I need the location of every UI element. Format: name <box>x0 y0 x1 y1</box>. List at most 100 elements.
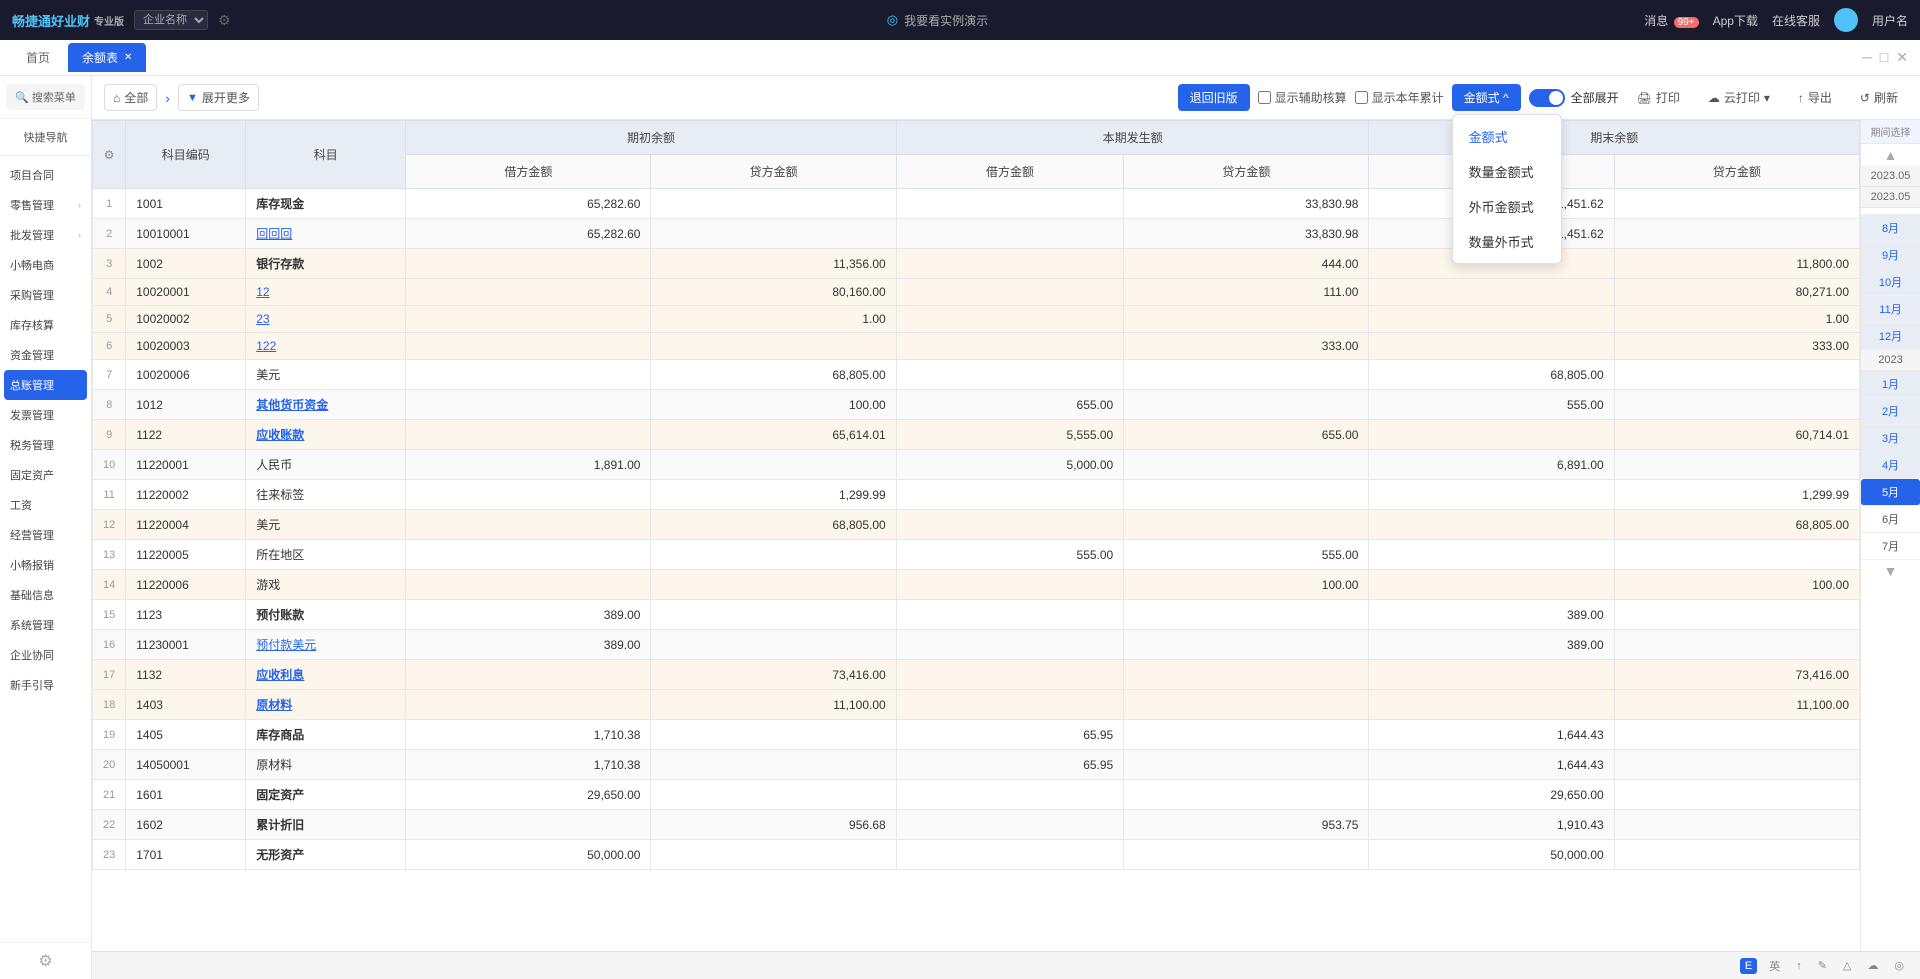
sidebar-item-operations[interactable]: 经营管理 <box>4 520 87 550</box>
dropdown-item-amount[interactable]: 金额式 <box>1453 119 1561 154</box>
maximize-btn[interactable]: □ <box>1880 49 1888 66</box>
sidebar-item-ecommerce[interactable]: 小畅电商 <box>4 250 87 280</box>
sidebar-item-system[interactable]: 系统管理 <box>4 610 87 640</box>
period-month-3[interactable]: 3月 <box>1861 425 1920 452</box>
sidebar-item-quick-nav[interactable]: 快捷导航 <box>0 123 91 151</box>
message-btn[interactable]: 消息 99+ <box>1644 12 1698 29</box>
table-row[interactable]: 1 1001 库存现金 65,282.60 33,830.98 31,451.6… <box>93 189 1860 219</box>
sidebar-item-tax[interactable]: 税务管理 <box>4 430 87 460</box>
table-row[interactable]: 9 1122 应收账款 65,614.01 5,555.00 655.00 60… <box>93 420 1860 450</box>
show-assist-checkbox[interactable]: 显示辅助核算 <box>1258 89 1347 106</box>
period-month-8[interactable]: 8月 <box>1861 215 1920 242</box>
period-nav-up[interactable]: ▲ <box>1861 144 1920 166</box>
print-button[interactable]: 🖨 打印 <box>1627 84 1690 111</box>
period-down-btn[interactable]: ▼ <box>1884 563 1898 579</box>
close-btn[interactable]: ✕ <box>1896 49 1908 66</box>
tab-close-icon[interactable]: ✕ <box>124 52 132 63</box>
sidebar-item-guide[interactable]: 新手引导 <box>4 670 87 700</box>
table-row[interactable]: 10 11220001 人民币 1,891.00 5,000.00 6,891.… <box>93 450 1860 480</box>
table-row[interactable]: 7 10020006 美元 68,805.00 68,805.00 <box>93 360 1860 390</box>
cell-subject[interactable]: 原材料 <box>246 690 406 720</box>
period-month-10[interactable]: 10月 <box>1861 269 1920 296</box>
period-month-12[interactable]: 12月 <box>1861 323 1920 350</box>
cell-subject[interactable]: 23 <box>246 306 406 333</box>
show-assist-input[interactable] <box>1258 91 1271 104</box>
user-avatar[interactable] <box>1834 8 1858 32</box>
bottom-icon-edit[interactable]: ✎ <box>1814 957 1831 974</box>
table-row[interactable]: 11 11220002 往来标签 1,299.99 1,299.99 <box>93 480 1860 510</box>
app-download-btn[interactable]: App下载 <box>1713 12 1758 29</box>
sidebar-item-purchase[interactable]: 采购管理 <box>4 280 87 310</box>
settings-icon[interactable]: ⚙ <box>218 12 231 29</box>
table-row[interactable]: 2 10010001 回回回 65,282.60 33,830.98 31,45… <box>93 219 1860 249</box>
bottom-icon-e[interactable]: E <box>1740 958 1757 974</box>
cell-subject[interactable]: 其他货币资金 <box>246 390 406 420</box>
table-row[interactable]: 12 11220004 美元 68,805.00 68,805.00 <box>93 510 1860 540</box>
period-month-4[interactable]: 4月 <box>1861 452 1920 479</box>
bottom-icon-lang[interactable]: 英 <box>1765 956 1784 976</box>
show-ytd-input[interactable] <box>1355 91 1368 104</box>
cell-subject[interactable]: 预付款美元 <box>246 630 406 660</box>
show-ytd-checkbox[interactable]: 显示本年累计 <box>1355 89 1444 106</box>
tab-home[interactable]: 首页 <box>12 43 64 72</box>
sidebar-item-basic[interactable]: 基础信息 <box>4 580 87 610</box>
sidebar-item-assets[interactable]: 固定资产 <box>4 460 87 490</box>
period-up-btn[interactable]: ▲ <box>1884 147 1898 163</box>
sidebar-item-invoice[interactable]: 发票管理 <box>4 400 87 430</box>
sidebar-settings-icon[interactable]: ⚙ <box>0 942 91 979</box>
table-row[interactable]: 13 11220005 所在地区 555.00 555.00 <box>93 540 1860 570</box>
table-row[interactable]: 4 10020001 12 80,160.00 111.00 80,271.00 <box>93 279 1860 306</box>
minimize-btn[interactable]: ─ <box>1862 49 1872 66</box>
amount-style-button[interactable]: 金额式 ^ <box>1452 84 1521 111</box>
toggle-switch-control[interactable] <box>1529 89 1565 107</box>
bottom-icon-cloud[interactable]: ☁ <box>1863 957 1882 974</box>
table-row[interactable]: 21 1601 固定资产 29,650.00 29,650.00 <box>93 780 1860 810</box>
period-month-6[interactable]: 6月 <box>1861 506 1920 533</box>
table-row[interactable]: 14 11220006 游戏 100.00 100.00 <box>93 570 1860 600</box>
th-settings[interactable]: ⚙ <box>93 121 126 189</box>
period-month-5[interactable]: 5月 <box>1861 479 1920 506</box>
table-row[interactable]: 3 1002 银行存款 11,356.00 444.00 11,800.00 <box>93 249 1860 279</box>
period-month-9[interactable]: 9月 <box>1861 242 1920 269</box>
dropdown-item-qty-foreign[interactable]: 数量外币式 <box>1453 224 1561 259</box>
sidebar-item-wholesale[interactable]: 批发管理 › <box>4 220 87 250</box>
breadcrumb-all-btn[interactable]: ⌂ 全部 <box>104 84 157 111</box>
sidebar-item-inventory[interactable]: 库存核算 <box>4 310 87 340</box>
cell-subject[interactable]: 应收账款 <box>246 420 406 450</box>
table-row[interactable]: 18 1403 原材料 11,100.00 11,100.00 <box>93 690 1860 720</box>
sidebar-item-sales[interactable]: 小畅报销 <box>4 550 87 580</box>
dropdown-item-foreign-amount[interactable]: 外币金额式 <box>1453 189 1561 224</box>
table-row[interactable]: 22 1602 累计折旧 956.68 953.75 1,910.43 <box>93 810 1860 840</box>
table-row[interactable]: 15 1123 预付账款 389.00 389.00 <box>93 600 1860 630</box>
sidebar-item-capital[interactable]: 资金管理 <box>4 340 87 370</box>
dropdown-item-qty-amount[interactable]: 数量金额式 <box>1453 154 1561 189</box>
expand-more-btn[interactable]: ▼ 展开更多 <box>178 84 259 111</box>
table-row[interactable]: 19 1405 库存商品 1,710.38 65.95 1,644.43 <box>93 720 1860 750</box>
tab-balance[interactable]: 余额表 ✕ <box>68 43 146 72</box>
breadcrumb-arrow-icon[interactable]: › <box>165 90 170 106</box>
export-button[interactable]: ↑ 导出 <box>1788 84 1842 111</box>
sidebar-item-project[interactable]: 项目合同 <box>4 160 87 190</box>
table-row[interactable]: 5 10020002 23 1.00 1.00 <box>93 306 1860 333</box>
table-row[interactable]: 20 14050001 原材料 1,710.38 65.95 1,644.43 <box>93 750 1860 780</box>
cell-subject[interactable]: 122 <box>246 333 406 360</box>
cell-subject[interactable]: 12 <box>246 279 406 306</box>
settings-icon[interactable]: ⚙ <box>104 148 115 162</box>
demo-link[interactable]: ◎ 我要看实例演示 <box>887 12 988 29</box>
period-month-11[interactable]: 11月 <box>1861 296 1920 323</box>
expand-all-toggle[interactable]: 全部展开 <box>1529 89 1619 107</box>
period-month-7[interactable]: 7月 <box>1861 533 1920 560</box>
sidebar-item-payroll[interactable]: 工资 <box>4 490 87 520</box>
bottom-icon-upload[interactable]: ↑ <box>1792 958 1806 974</box>
return-old-version-button[interactable]: 退回旧版 <box>1178 84 1250 111</box>
period-month-1[interactable]: 1月 <box>1861 371 1920 398</box>
bottom-icon-circle[interactable]: ◎ <box>1890 957 1908 974</box>
refresh-button[interactable]: ↺ 刷新 <box>1850 84 1908 111</box>
company-select[interactable]: 企业名称 <box>134 10 208 30</box>
period-month-2[interactable]: 2月 <box>1861 398 1920 425</box>
table-row[interactable]: 16 11230001 预付款美元 389.00 389.00 <box>93 630 1860 660</box>
cell-subject[interactable]: 回回回 <box>246 219 406 249</box>
cell-subject[interactable]: 应收利息 <box>246 660 406 690</box>
bottom-icon-triangle[interactable]: △ <box>1839 957 1855 974</box>
table-row[interactable]: 8 1012 其他货币资金 100.00 655.00 555.00 <box>93 390 1860 420</box>
